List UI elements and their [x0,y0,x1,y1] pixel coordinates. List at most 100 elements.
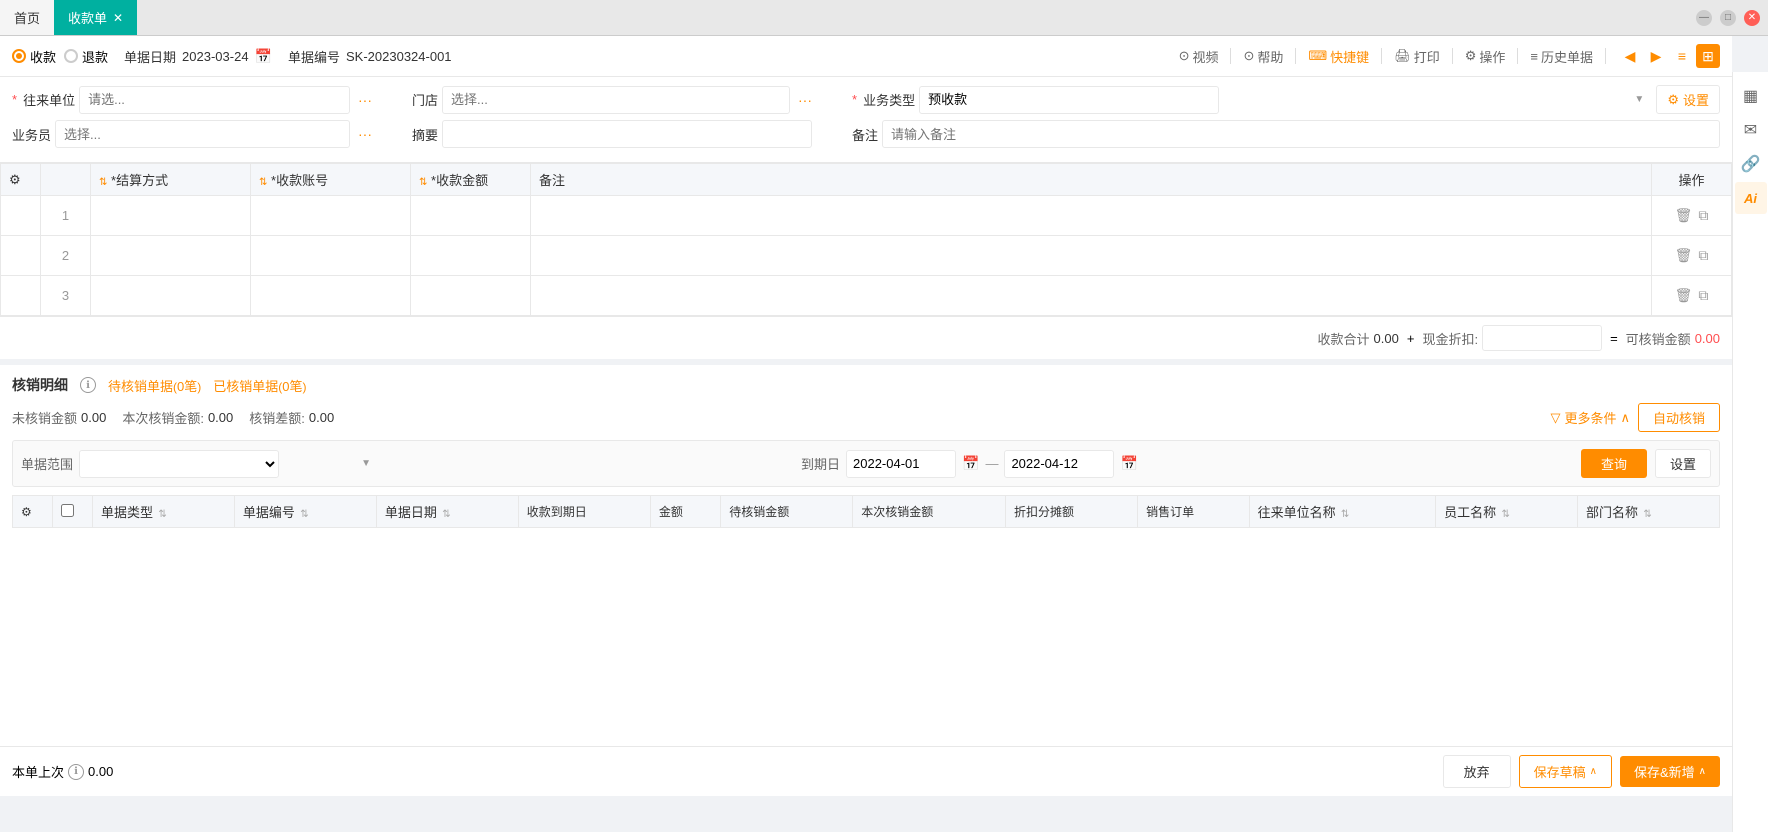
save-draft-button[interactable]: 保存草稿 ∧ [1519,755,1612,788]
summary-field: 摘要 [412,120,812,148]
total-item: 收款合计 0.00 [1318,329,1399,348]
counterpart-sort-icon[interactable]: ⇅ [1341,509,1349,520]
row2-note[interactable] [531,236,1652,276]
due-to-calendar-icon[interactable]: 📅 [1120,455,1137,472]
range-select[interactable] [79,450,279,478]
summary-input[interactable] [442,120,812,148]
row3-settle[interactable] [91,276,251,316]
sidebar-ai-icon[interactable]: Ai [1735,182,1767,214]
counterpart-more-icon[interactable]: ··· [358,92,372,108]
auto-verification-btn[interactable]: 自动核销 [1638,403,1720,432]
shortcut-action[interactable]: ⌨ 快捷键 [1308,47,1369,66]
print-action[interactable]: 🖨 打印 [1394,47,1440,66]
counterpart-label: 往来单位 [23,90,75,109]
query-button[interactable]: 查询 [1581,449,1647,478]
row3-account[interactable] [251,276,411,316]
table-settings-button[interactable]: 设置 [1655,449,1711,478]
discount-input[interactable] [1482,325,1602,351]
row2-delete-icon[interactable]: 🗑 [1675,247,1693,264]
store-more-icon[interactable]: ··· [798,92,812,108]
row1-account[interactable] [251,196,411,236]
staff-input[interactable] [55,120,350,148]
history-action[interactable]: ≡ 历史单据 [1530,47,1593,66]
select-all-checkbox[interactable] [61,504,74,517]
date-sort-icon[interactable]: ⇅ [442,509,450,520]
next-icon[interactable]: ▶ [1644,44,1668,68]
last-info-icon[interactable]: ℹ [68,764,84,780]
receipt-radio[interactable]: 收款 [12,47,56,66]
row2-account[interactable] [251,236,411,276]
verified-tab[interactable]: 已核销单据(0笔) [213,376,306,395]
help-action[interactable]: ⊙ 帮助 [1243,47,1283,66]
number-sort-icon[interactable]: ⇅ [300,509,308,520]
type-sort-icon[interactable]: ⇅ [158,509,166,520]
staff-sort-icon[interactable]: ⇅ [1501,509,1509,520]
tab-close-icon[interactable]: ✕ [113,11,123,25]
grid-icon[interactable]: ⊞ [1696,44,1720,68]
remark-input[interactable] [882,120,1720,148]
abandon-button[interactable]: 放弃 [1443,755,1511,788]
divider-6 [1605,48,1606,64]
list-icon[interactable]: ≡ [1670,44,1694,68]
row1-settle[interactable] [91,196,251,236]
business-type-select[interactable]: 预收款 [919,86,1219,114]
close-button[interactable]: ✕ [1744,10,1760,26]
sidebar-mail-icon[interactable]: ✉ [1735,114,1767,146]
row3-copy-icon[interactable]: ⧉ [1698,287,1708,304]
row2-amount[interactable] [411,236,531,276]
date-separator: — [985,456,998,471]
verification-info-icon[interactable]: ℹ [80,377,96,393]
row3-action: 🗑 ⧉ [1652,276,1732,316]
staff-more-icon[interactable]: ··· [358,126,372,142]
dept-sort-icon[interactable]: ⇅ [1643,509,1651,520]
row2-index: 2 [41,236,91,276]
date-calendar-icon[interactable]: 📅 [255,48,272,65]
history-label: 历史单据 [1541,47,1593,66]
form-area: * 往来单位 ··· 门店 ··· * 业务类型 预收款 [0,77,1732,163]
shortcut-icon: ⌨ [1308,48,1327,64]
settings-button[interactable]: ⚙ 设置 [1656,85,1720,114]
refund-radio[interactable]: 退款 [64,47,108,66]
due-from-calendar-icon[interactable]: 📅 [962,455,979,472]
page-footer: 本单上次 ℹ 0.00 放弃 保存草稿 ∧ 保存&新增 ∧ [0,746,1732,796]
row3-amount[interactable] [411,276,531,316]
amount-sort-icon[interactable]: ⇅ [419,177,427,188]
tab-receipt[interactable]: 收款单 ✕ [54,0,137,35]
more-conditions-btn[interactable]: ▽ 更多条件 ∧ [1550,408,1630,427]
video-action[interactable]: ⊙ 视频 [1179,47,1219,66]
row1-delete-icon[interactable]: 🗑 [1675,207,1693,224]
sidebar-link-icon[interactable]: 🔗 [1735,148,1767,180]
save-new-button[interactable]: 保存&新增 ∧ [1620,756,1720,787]
store-input[interactable] [442,86,790,114]
filter-buttons: 查询 设置 [1581,449,1711,478]
row3-note[interactable] [531,276,1652,316]
account-sort-icon[interactable]: ⇅ [259,177,267,188]
table-row: 1 🗑 ⧉ [1,196,1732,236]
operation-action[interactable]: ⚙ 操作 [1465,47,1506,66]
gear-col-header[interactable]: ⚙ [1,164,41,196]
prev-icon[interactable]: ◀ [1618,44,1642,68]
total-value: 0.00 [1374,331,1399,346]
counterpart-input[interactable] [79,86,350,114]
current-value: 0.00 [208,410,233,425]
due-to-input[interactable] [1004,450,1114,478]
diff-value: 0.00 [309,410,334,425]
pending-tab[interactable]: 待核销单据(0笔) [108,376,201,395]
due-from-input[interactable] [846,450,956,478]
settle-sort-icon[interactable]: ⇅ [99,177,107,188]
row1-copy-icon[interactable]: ⧉ [1698,207,1708,224]
row1-amount[interactable] [411,196,531,236]
row1-note[interactable] [531,196,1652,236]
row2-settle[interactable] [91,236,251,276]
verification-header: 核销明细 ℹ 待核销单据(0笔) 已核销单据(0笔) [12,375,1720,395]
minimize-button[interactable]: — [1696,10,1712,26]
maximize-button[interactable]: □ [1720,10,1736,26]
row3-delete-icon[interactable]: 🗑 [1675,287,1693,304]
sidebar-table-icon[interactable]: ▦ [1735,80,1767,112]
btable-gear-header[interactable]: ⚙ [13,496,53,528]
number-label: 单据编号 [288,47,340,66]
tab-home[interactable]: 首页 [0,0,54,35]
row3-action-icons: 🗑 ⧉ [1660,287,1723,304]
row2-copy-icon[interactable]: ⧉ [1698,247,1708,264]
save-new-arrow-icon: ∧ [1699,766,1706,777]
